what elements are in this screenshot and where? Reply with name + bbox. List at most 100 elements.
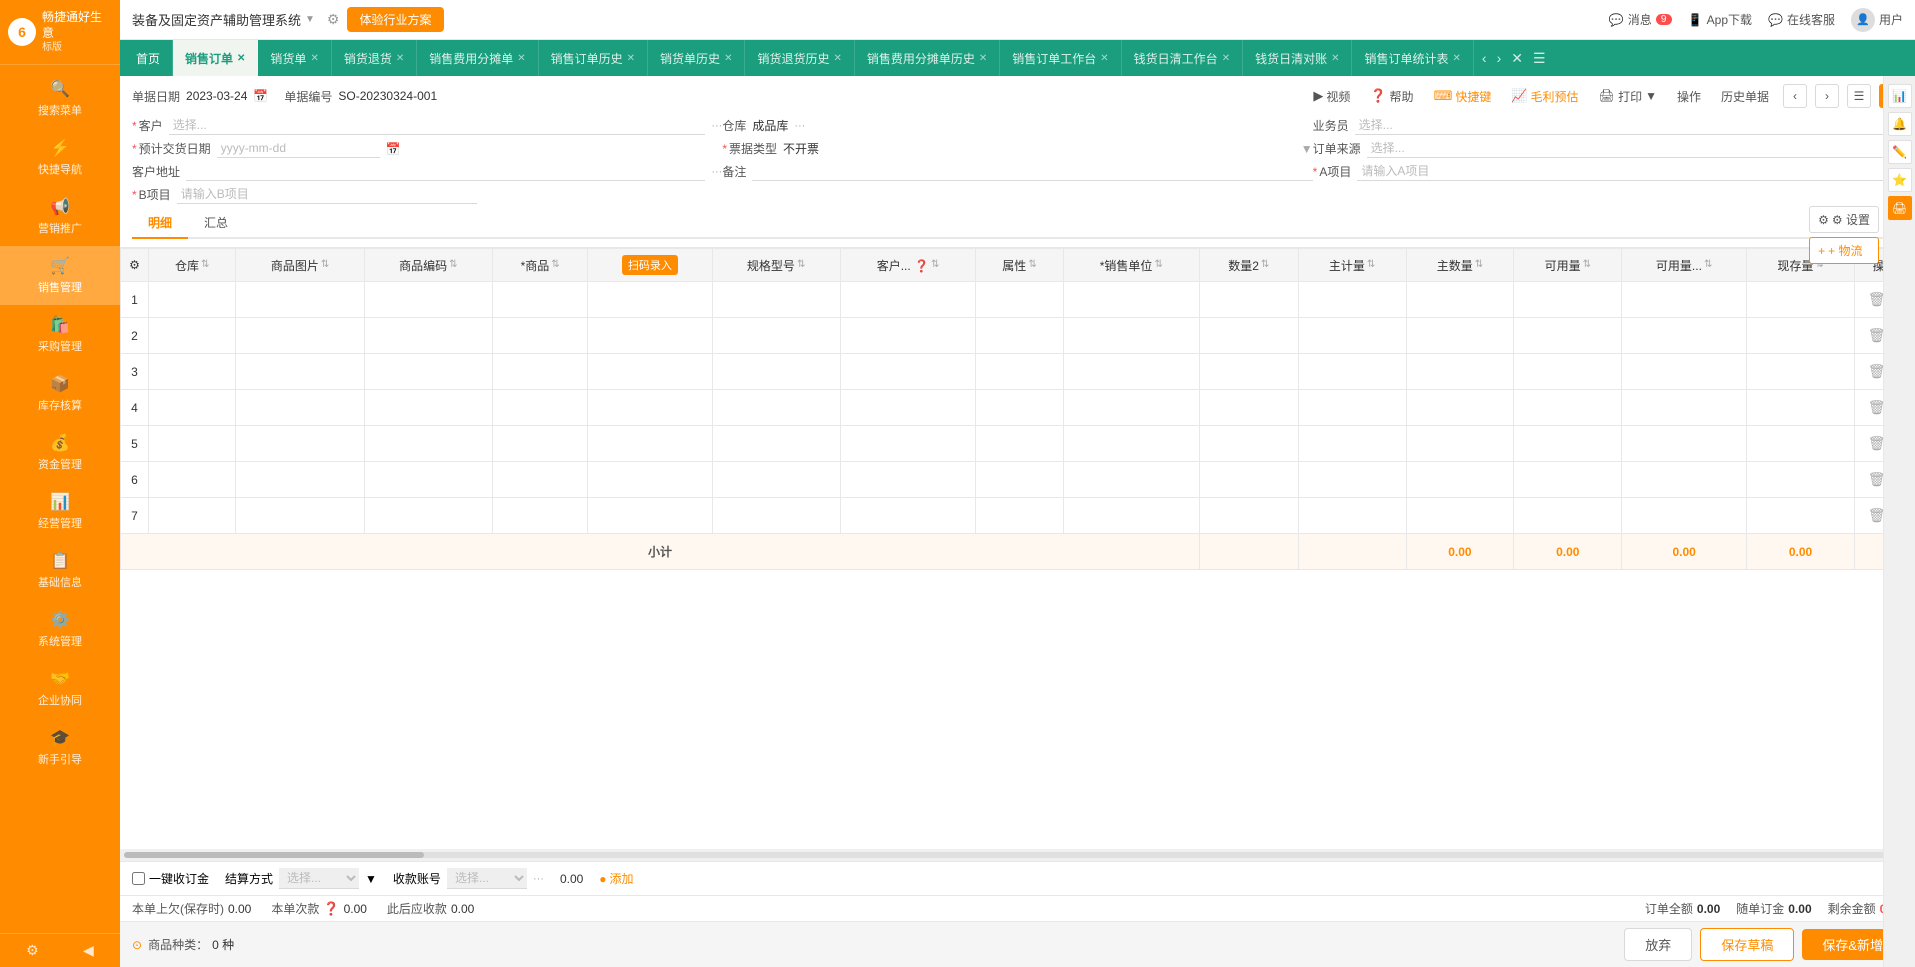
row-goods-1[interactable] bbox=[492, 282, 587, 318]
row-attr-7[interactable] bbox=[976, 498, 1063, 534]
row-mainqty-4[interactable] bbox=[1406, 390, 1514, 426]
row-goods-5[interactable] bbox=[492, 426, 587, 462]
sort-spec-icon[interactable]: ⇅ bbox=[797, 260, 805, 270]
row-code-1[interactable] bbox=[364, 282, 492, 318]
b-project-input[interactable] bbox=[177, 185, 477, 204]
row-avail-5[interactable] bbox=[1514, 426, 1622, 462]
row-current-4[interactable] bbox=[1747, 390, 1855, 426]
row-current-2[interactable] bbox=[1747, 318, 1855, 354]
a-project-input[interactable] bbox=[1357, 162, 1903, 181]
row-goods-6[interactable] bbox=[492, 462, 587, 498]
tab-menu-btn[interactable]: ☰ bbox=[1529, 48, 1550, 69]
tab-sales-fee[interactable]: 销售费用分摊单 ✕ bbox=[417, 40, 538, 76]
tab-daily-clear[interactable]: 钱货日清工作台 ✕ bbox=[1122, 40, 1243, 76]
row-unit-4[interactable] bbox=[1063, 390, 1199, 426]
row-spec-5[interactable] bbox=[712, 426, 840, 462]
row-avail2-6[interactable] bbox=[1622, 462, 1747, 498]
row-mainunit-3[interactable] bbox=[1298, 354, 1406, 390]
row-unit-1[interactable] bbox=[1063, 282, 1199, 318]
row-qty2-3[interactable] bbox=[1199, 354, 1298, 390]
tab-close-icon[interactable]: ✕ bbox=[627, 53, 635, 64]
industry-btn[interactable]: 体验行业方案 bbox=[347, 7, 443, 32]
sidebar-item-sales[interactable]: 🛒 销售管理 bbox=[0, 246, 120, 305]
row-spec-2[interactable] bbox=[712, 318, 840, 354]
row-spec-6[interactable] bbox=[712, 462, 840, 498]
remarks-input[interactable] bbox=[752, 162, 1312, 181]
row-qty2-5[interactable] bbox=[1199, 426, 1298, 462]
row-image-5[interactable] bbox=[236, 426, 364, 462]
row-mainunit-2[interactable] bbox=[1298, 318, 1406, 354]
abandon-btn[interactable]: 放弃 bbox=[1624, 928, 1692, 961]
tab-close-all-btn[interactable]: ✕ bbox=[1507, 48, 1527, 69]
row-avail2-5[interactable] bbox=[1622, 426, 1747, 462]
row-spec-3[interactable] bbox=[712, 354, 840, 390]
row-current-5[interactable] bbox=[1747, 426, 1855, 462]
row-mainunit-7[interactable] bbox=[1298, 498, 1406, 534]
row-attr-4[interactable] bbox=[976, 390, 1063, 426]
settings-gear-icon[interactable]: ⚙ bbox=[327, 11, 340, 28]
row-custcode-1[interactable] bbox=[840, 282, 976, 318]
row-mainqty-5[interactable] bbox=[1406, 426, 1514, 462]
print-btn[interactable]: 🖨 打印 ▼ bbox=[1593, 86, 1663, 107]
tab-close-icon[interactable]: ✕ bbox=[237, 53, 245, 64]
order-source-input[interactable] bbox=[1367, 139, 1885, 158]
right-panel-chart-btn[interactable]: 📊 bbox=[1888, 84, 1912, 108]
row-scan-7[interactable] bbox=[588, 498, 712, 534]
sort-mainqty-icon[interactable]: ⇅ bbox=[1475, 260, 1483, 270]
sort-mainunit-icon[interactable]: ⇅ bbox=[1367, 260, 1375, 270]
row-code-4[interactable] bbox=[364, 390, 492, 426]
row-spec-7[interactable] bbox=[712, 498, 840, 534]
nav-next-btn[interactable]: › bbox=[1815, 84, 1839, 108]
sidebar-item-operations[interactable]: 📊 经营管理 bbox=[0, 482, 120, 541]
row-code-7[interactable] bbox=[364, 498, 492, 534]
form-tab-summary[interactable]: 汇总 bbox=[188, 208, 244, 239]
row-unit-2[interactable] bbox=[1063, 318, 1199, 354]
operate-btn[interactable]: 操作 bbox=[1671, 86, 1707, 107]
sort-qty2-icon[interactable]: ⇅ bbox=[1261, 260, 1269, 270]
warehouse-more-btn[interactable]: ··· bbox=[794, 120, 805, 132]
settings-float-btn[interactable]: ⚙ ⚙ 设置 bbox=[1809, 206, 1879, 233]
sort-code-icon[interactable]: ⇅ bbox=[449, 260, 457, 270]
row-code-6[interactable] bbox=[364, 462, 492, 498]
row-warehouse-2[interactable] bbox=[149, 318, 236, 354]
tab-close-icon[interactable]: ✕ bbox=[517, 53, 525, 64]
sidebar-item-quicknav[interactable]: ⚡ 快捷导航 bbox=[0, 128, 120, 187]
row-unit-7[interactable] bbox=[1063, 498, 1199, 534]
add-goods-float-btn[interactable]: + + 物流 bbox=[1809, 237, 1879, 264]
row-warehouse-3[interactable] bbox=[149, 354, 236, 390]
row-scan-3[interactable] bbox=[588, 354, 712, 390]
profit-btn[interactable]: 📈 毛利预估 bbox=[1505, 86, 1584, 107]
receipt-account-more-btn[interactable]: ··· bbox=[533, 873, 544, 885]
row-warehouse-4[interactable] bbox=[149, 390, 236, 426]
row-scan-2[interactable] bbox=[588, 318, 712, 354]
delivery-date-picker-icon[interactable]: 📅 bbox=[386, 142, 401, 156]
tab-close-icon[interactable]: ✕ bbox=[1331, 53, 1339, 64]
row-mainunit-4[interactable] bbox=[1298, 390, 1406, 426]
row-scan-1[interactable] bbox=[588, 282, 712, 318]
row-qty2-1[interactable] bbox=[1199, 282, 1298, 318]
row-goods-7[interactable] bbox=[492, 498, 587, 534]
add-item-btn[interactable]: ● 添加 bbox=[599, 870, 633, 887]
address-input[interactable] bbox=[186, 162, 705, 181]
row-warehouse-1[interactable] bbox=[149, 282, 236, 318]
user-menu[interactable]: 👤 用户 bbox=[1851, 8, 1903, 32]
row-avail2-2[interactable] bbox=[1622, 318, 1747, 354]
row-avail2-3[interactable] bbox=[1622, 354, 1747, 390]
row-avail-7[interactable] bbox=[1514, 498, 1622, 534]
sidebar-item-purchase[interactable]: 🛍️ 采购管理 bbox=[0, 305, 120, 364]
row-attr-3[interactable] bbox=[976, 354, 1063, 390]
row-code-3[interactable] bbox=[364, 354, 492, 390]
salesperson-input[interactable] bbox=[1355, 116, 1886, 135]
sidebar-item-finance[interactable]: 💰 资金管理 bbox=[0, 423, 120, 482]
row-spec-1[interactable] bbox=[712, 282, 840, 318]
sort-avail2-icon[interactable]: ⇅ bbox=[1704, 260, 1712, 270]
row-avail-3[interactable] bbox=[1514, 354, 1622, 390]
customer-more-btn[interactable]: ··· bbox=[711, 120, 722, 132]
scan-input-btn[interactable]: 扫码录入 bbox=[622, 255, 678, 275]
right-panel-print-btn[interactable]: 🖨 bbox=[1888, 196, 1912, 220]
row-goods-2[interactable] bbox=[492, 318, 587, 354]
invoice-type-arrow[interactable]: ▼ bbox=[1301, 142, 1313, 156]
row-attr-1[interactable] bbox=[976, 282, 1063, 318]
row-avail2-7[interactable] bbox=[1622, 498, 1747, 534]
sidebar-item-basic-info[interactable]: 📋 基础信息 bbox=[0, 541, 120, 600]
